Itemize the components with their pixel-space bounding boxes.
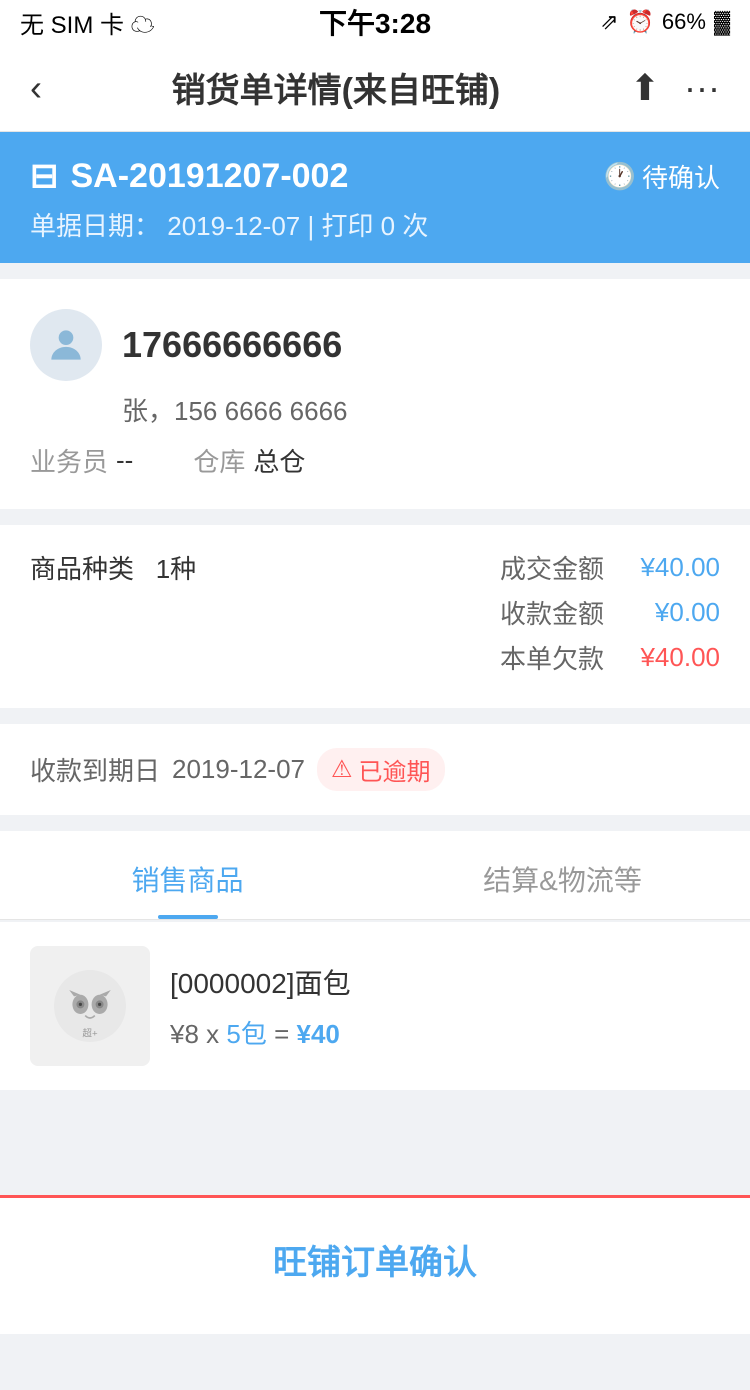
tab-sales-goods[interactable]: 销售商品 xyxy=(0,831,375,919)
overdue-text: 已逾期 xyxy=(359,752,431,787)
order-icon: ⊟ xyxy=(30,156,59,196)
collected-amount-row: 收款金额 ¥0.00 xyxy=(500,594,720,631)
warehouse-value: 总仓 xyxy=(253,442,305,479)
confirm-order-button[interactable]: 旺铺订单确认 xyxy=(30,1214,720,1304)
warehouse-label: 仓库 xyxy=(193,442,245,479)
tabs-bar: 销售商品 结算&物流等 xyxy=(0,831,750,920)
transaction-amount-value: ¥40.00 xyxy=(620,552,720,583)
nav-bar: ‹ 销货单详情(来自旺铺) ⬆ ··· xyxy=(0,44,750,132)
salesperson-label: 业务员 xyxy=(30,442,108,479)
location-icon: ⇗ xyxy=(600,9,618,35)
user-icon xyxy=(44,323,88,367)
more-button[interactable]: ··· xyxy=(684,67,720,109)
due-date-value: 2019-12-07 xyxy=(172,754,305,785)
transaction-amount-label: 成交金额 xyxy=(500,549,604,586)
due-amount-value: ¥40.00 xyxy=(620,642,720,673)
order-date: 单据日期： 2019-12-07 | 打印 0 次 xyxy=(30,206,720,243)
tab-settlement-label: 结算&物流等 xyxy=(483,865,642,896)
clock-icon: 🕐 xyxy=(604,161,636,192)
warning-icon: ⚠ xyxy=(331,755,353,784)
amount-section: 商品种类 1种 成交金额 ¥40.00 收款金额 ¥0.00 本单欠款 ¥40.… xyxy=(0,525,750,708)
product-total: ¥40 xyxy=(296,1019,339,1049)
sim-label: 无 SIM 卡 ☁ xyxy=(20,5,155,40)
price-text: ¥8 x xyxy=(170,1019,226,1049)
customer-meta: 业务员 -- 仓库 总仓 xyxy=(30,442,720,479)
battery-label: 66% xyxy=(662,9,706,35)
order-status-text: 待确认 xyxy=(642,158,720,195)
customer-phone: 17666666666 xyxy=(122,324,342,366)
collected-amount-label: 收款金额 xyxy=(500,594,604,631)
equals-sign: = xyxy=(267,1019,297,1049)
transaction-amount-row: 成交金额 ¥40.00 xyxy=(500,549,720,586)
battery-icon: ▓ xyxy=(714,9,730,35)
due-date-section: 收款到期日 2019-12-07 ⚠ 已逾期 xyxy=(0,724,750,815)
svg-text:超+: 超+ xyxy=(82,1027,98,1039)
due-date-label: 收款到期日 xyxy=(30,751,160,788)
order-id-row: ⊟ SA-20191207-002 🕐 待确认 xyxy=(30,156,720,196)
goods-type: 商品种类 1种 xyxy=(30,549,196,586)
back-button[interactable]: ‹ xyxy=(30,67,42,109)
bottom-bar: 旺铺订单确认 xyxy=(0,1195,750,1334)
share-button[interactable]: ⬆ xyxy=(630,67,660,109)
product-price: ¥8 x 5包 = ¥40 xyxy=(170,1014,720,1051)
nav-right-actions: ⬆ ··· xyxy=(630,67,720,109)
salesperson-value: -- xyxy=(116,445,133,476)
alarm-icon: ⏰ xyxy=(627,9,654,35)
product-thumbnail: 超+ xyxy=(30,946,150,1066)
customer-name: 张，156 6666 6666 xyxy=(30,391,720,428)
goods-type-value: 1种 xyxy=(156,554,196,584)
product-qty: 5包 xyxy=(226,1019,266,1049)
avatar xyxy=(30,309,102,381)
product-info: [0000002]面包 ¥8 x 5包 = ¥40 xyxy=(170,962,720,1051)
product-image-icon: 超+ xyxy=(50,966,130,1046)
salesperson-item: 业务员 -- xyxy=(30,442,133,479)
due-amount-row: 本单欠款 ¥40.00 xyxy=(500,639,720,676)
page-title: 销货单详情(来自旺铺) xyxy=(172,63,501,112)
order-status: 🕐 待确认 xyxy=(604,158,720,195)
product-name: [0000002]面包 xyxy=(170,962,720,1002)
amount-list: 成交金额 ¥40.00 收款金额 ¥0.00 本单欠款 ¥40.00 xyxy=(500,549,720,684)
collected-amount-value: ¥0.00 xyxy=(620,597,720,628)
tab-settlement[interactable]: 结算&物流等 xyxy=(375,831,750,919)
status-bar-time: 下午3:28 xyxy=(319,2,431,42)
status-bar-right: ⇗ ⏰ 66% ▓ xyxy=(600,9,730,35)
warehouse-item: 仓库 总仓 xyxy=(193,442,305,479)
product-item: 超+ [0000002]面包 ¥8 x 5包 = ¥40 xyxy=(0,922,750,1090)
customer-section: 17666666666 张，156 6666 6666 业务员 -- 仓库 总仓 xyxy=(0,279,750,509)
due-amount-label: 本单欠款 xyxy=(500,639,604,676)
date-label: 单据日期： xyxy=(30,211,160,241)
order-header: ⊟ SA-20191207-002 🕐 待确认 单据日期： 2019-12-07… xyxy=(0,132,750,263)
order-id: ⊟ SA-20191207-002 xyxy=(30,156,348,196)
customer-row: 17666666666 xyxy=(30,309,720,381)
goods-type-label: 商品种类 xyxy=(30,554,134,584)
date-value: 2019-12-07 xyxy=(167,211,300,241)
overdue-badge: ⚠ 已逾期 xyxy=(317,748,445,791)
status-bar: 无 SIM 卡 ☁ 下午3:28 ⇗ ⏰ 66% ▓ xyxy=(0,0,750,44)
tab-sales-goods-label: 销售商品 xyxy=(131,865,243,896)
print-info: | 打印 0 次 xyxy=(307,211,428,241)
order-id-text: SA-20191207-002 xyxy=(71,157,349,196)
status-bar-left: 无 SIM 卡 ☁ xyxy=(20,5,155,40)
